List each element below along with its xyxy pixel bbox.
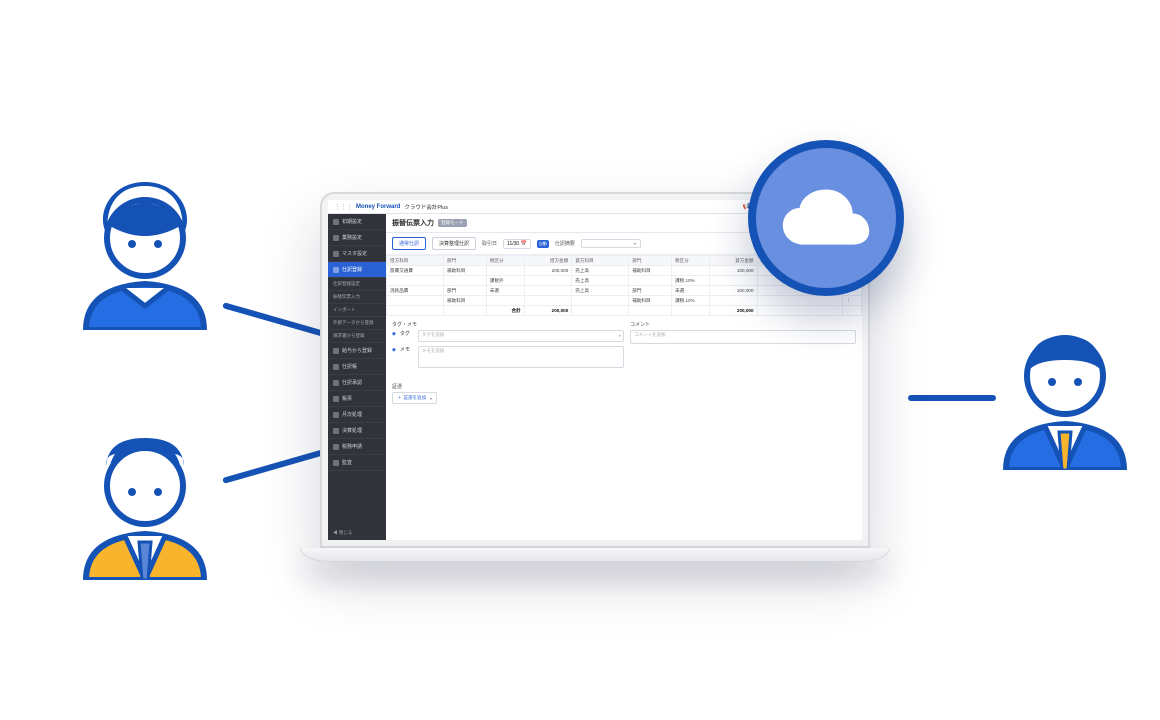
grid-header: 借方金額 bbox=[524, 256, 572, 266]
summary-select[interactable] bbox=[581, 239, 641, 248]
sidebar-item[interactable]: 業務設定 bbox=[328, 230, 386, 246]
sidebar-item-label: インポート bbox=[333, 307, 356, 313]
sidebar-item[interactable]: 仕訳承認 bbox=[328, 375, 386, 391]
sidebar-icon bbox=[333, 348, 339, 354]
brand-name: Money Forward bbox=[356, 204, 400, 210]
sidebar-item-label: 初期設定 bbox=[342, 218, 362, 225]
attach-button[interactable]: ＋証憑を追加 bbox=[392, 392, 437, 404]
sidebar-item[interactable]: 外部データから登録 bbox=[328, 317, 386, 330]
brand-product: クラウド会計Plus bbox=[404, 203, 448, 211]
sidebar-item[interactable]: 月次処理 bbox=[328, 407, 386, 423]
grid-total-cell: 合計 bbox=[486, 306, 524, 316]
grid-total-cell bbox=[387, 306, 444, 316]
grid-header: 借方科目 bbox=[387, 256, 444, 266]
summary-label: 仕訳摘要 bbox=[555, 240, 575, 247]
sidebar-icon bbox=[333, 235, 339, 241]
bullet-icon: ◆ bbox=[392, 330, 396, 338]
person-left-bottom bbox=[76, 430, 214, 580]
sidebar-item-label: 給与から登録 bbox=[342, 347, 372, 354]
sidebar-icon bbox=[333, 396, 339, 402]
grid-total-cell bbox=[629, 306, 672, 316]
grid-total-cell bbox=[672, 306, 710, 316]
sidebar-item-label: 業務設定 bbox=[342, 234, 362, 241]
sidebar-item[interactable]: 帳票 bbox=[328, 391, 386, 407]
grid-total-cell bbox=[757, 306, 843, 316]
sidebar-item-label: 振替伝票入力 bbox=[333, 294, 360, 300]
sidebar-item[interactable]: 仕訳登録 bbox=[328, 262, 386, 278]
sidebar-icon bbox=[333, 380, 339, 386]
grid-header: 税区分 bbox=[672, 256, 710, 266]
comment-input[interactable]: コメントを追加 bbox=[630, 330, 856, 344]
tab-normal[interactable]: 通常仕訳 bbox=[392, 237, 426, 250]
date-label: 取引日 bbox=[482, 240, 497, 247]
grid-header: 貸方科目 bbox=[572, 256, 629, 266]
sidebar-icon bbox=[333, 219, 339, 225]
tag-label: タグ bbox=[400, 330, 414, 337]
sidebar-icon bbox=[333, 364, 339, 370]
laptop-base bbox=[300, 548, 890, 562]
sidebar-item-label: 仕訳承認 bbox=[342, 379, 362, 386]
sidebar-icon bbox=[333, 444, 339, 450]
grid-row[interactable]: 補助科目補助科目課税.10%⋮ bbox=[387, 296, 862, 306]
sidebar-item[interactable]: 税務申請 bbox=[328, 439, 386, 455]
sidebar-item[interactable]: 監査 bbox=[328, 455, 386, 471]
sidebar-item-label: 外部データから登録 bbox=[333, 320, 374, 326]
sidebar-item-label: 仕訳登録 bbox=[342, 266, 362, 273]
memo-input[interactable]: メモを追加 bbox=[418, 346, 624, 368]
sidebar-item-label: 決算処理 bbox=[342, 427, 362, 434]
sidebar-item-label: マスタ設定 bbox=[342, 250, 367, 257]
sidebar-item[interactable]: マスタ設定 bbox=[328, 246, 386, 262]
tag-input[interactable]: タグを追加▾ bbox=[418, 330, 624, 342]
sidebar: 初期設定業務設定マスタ設定仕訳登録仕訳登録設定振替伝票入力インポート外部データか… bbox=[328, 214, 386, 540]
date-input[interactable]: 11/30 📅 bbox=[503, 239, 531, 249]
grid-header: 部門 bbox=[629, 256, 672, 266]
grid-total-cell bbox=[572, 306, 629, 316]
cloud-badge bbox=[748, 140, 904, 296]
sidebar-icon bbox=[333, 428, 339, 434]
sidebar-item-label: 月次処理 bbox=[342, 411, 362, 418]
grid-header: 税区分 bbox=[486, 256, 524, 266]
grid-header: 貸方金額 bbox=[710, 256, 758, 266]
person-right bbox=[996, 320, 1134, 470]
sidebar-item[interactable]: インポート bbox=[328, 304, 386, 317]
sidebar-item[interactable]: 請求書から登録 bbox=[328, 330, 386, 343]
sidebar-icon bbox=[333, 460, 339, 466]
grid-total-cell bbox=[843, 306, 862, 316]
sidebar-icon bbox=[333, 251, 339, 257]
auto-chip: 自動 bbox=[537, 240, 549, 248]
bullet-icon: ◆ bbox=[392, 346, 396, 354]
sidebar-item-label: 帳票 bbox=[342, 395, 352, 402]
sidebar-item[interactable]: 振替伝票入力 bbox=[328, 291, 386, 304]
person-left-top bbox=[76, 180, 214, 330]
sidebar-icon bbox=[333, 267, 339, 273]
sidebar-item[interactable]: 決算処理 bbox=[328, 423, 386, 439]
sidebar-item-label: 請求書から登録 bbox=[333, 333, 365, 339]
page-title: 振替伝票入力 bbox=[392, 218, 434, 228]
grid-header: 部門 bbox=[444, 256, 487, 266]
sidebar-item-label: 監査 bbox=[342, 459, 352, 466]
grid-total-cell bbox=[444, 306, 487, 316]
comment-heading: コメント bbox=[624, 316, 862, 330]
sidebar-item-label: 仕訳帳 bbox=[342, 363, 357, 370]
sidebar-item-label: 仕訳登録設定 bbox=[333, 281, 360, 287]
memo-label: メモ bbox=[400, 346, 414, 353]
tab-closing[interactable]: 決算整理仕訳 bbox=[432, 237, 476, 250]
window-dots-icon: ⋮⋮⋮ bbox=[334, 203, 352, 211]
sidebar-item[interactable]: 初期設定 bbox=[328, 214, 386, 230]
page-mode-chip: 登録モード bbox=[438, 219, 467, 227]
grid-total-cell: 200,000 bbox=[524, 306, 572, 316]
connector-line bbox=[908, 395, 996, 401]
cloud-icon bbox=[780, 188, 872, 248]
tag-memo-heading: タグ・メモ bbox=[386, 316, 624, 330]
sidebar-collapse[interactable]: ◀ 閉じる bbox=[328, 526, 386, 540]
sidebar-item[interactable]: 仕訳帳 bbox=[328, 359, 386, 375]
sidebar-item-label: 税務申請 bbox=[342, 443, 362, 450]
row-menu-icon[interactable]: ⋮ bbox=[843, 296, 862, 306]
attach-heading: 証憑 bbox=[392, 378, 856, 392]
sidebar-icon bbox=[333, 412, 339, 418]
sidebar-item[interactable]: 給与から登録 bbox=[328, 343, 386, 359]
grid-total-cell: 200,000 bbox=[710, 306, 758, 316]
sidebar-item[interactable]: 仕訳登録設定 bbox=[328, 278, 386, 291]
